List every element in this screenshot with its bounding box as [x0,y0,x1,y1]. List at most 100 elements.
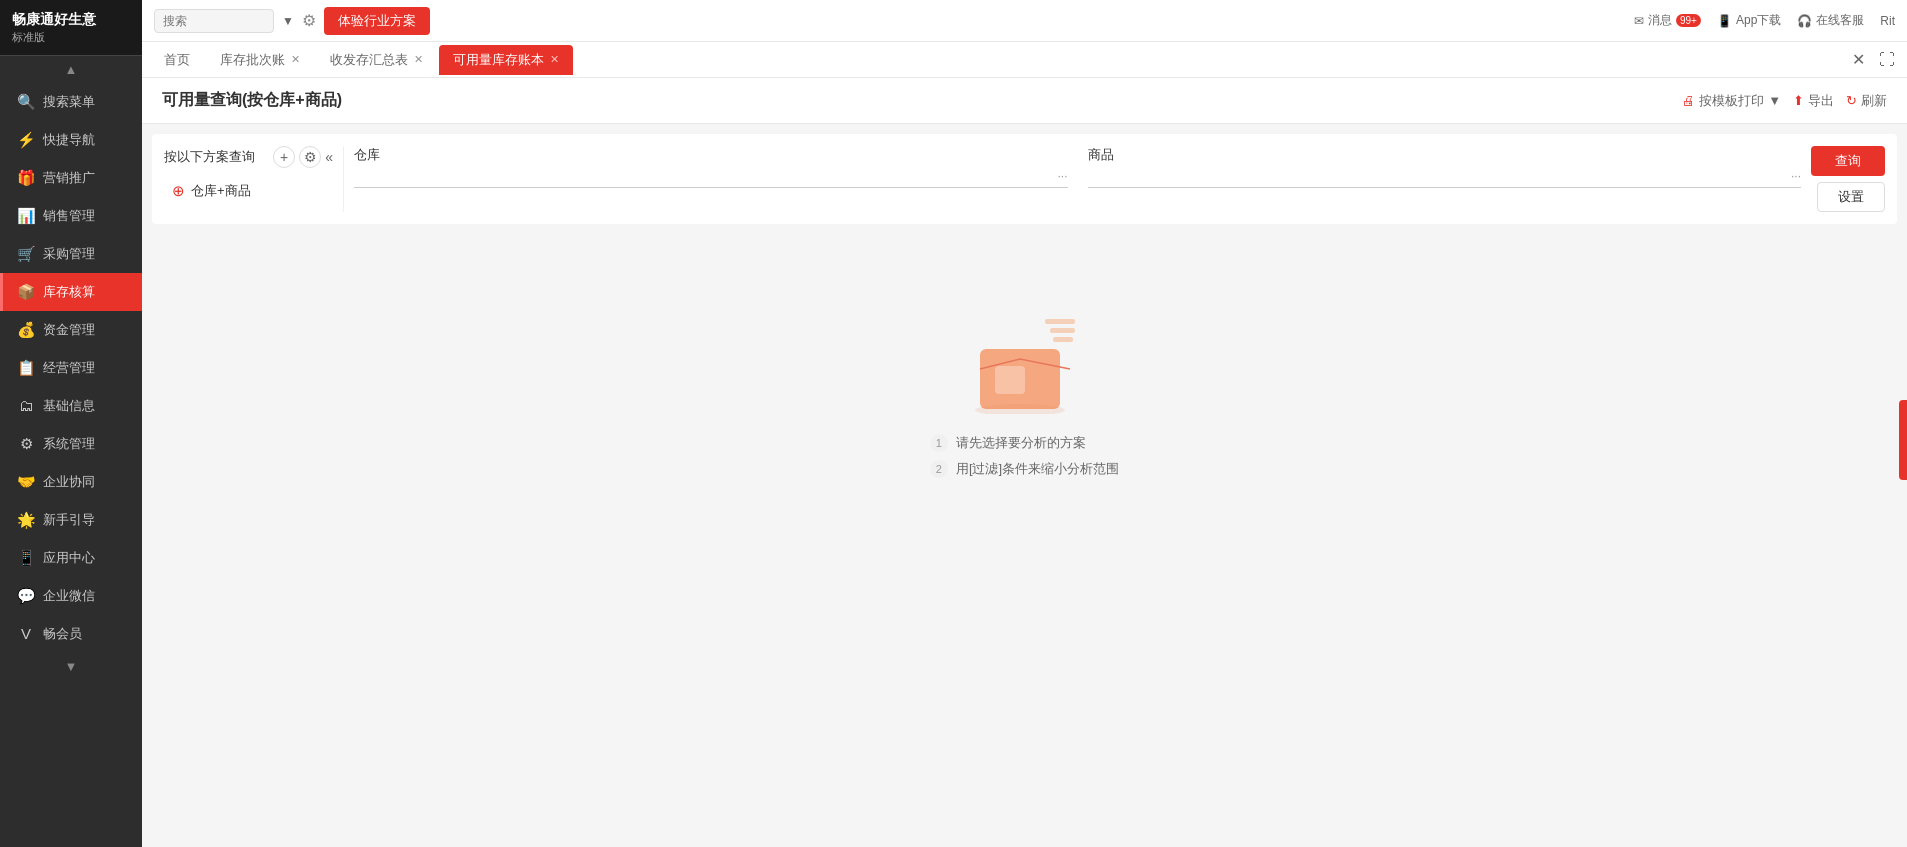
tab-close-all-btn[interactable]: ✕ [1848,48,1869,71]
warehouse-input-wrapper: ··· [354,168,1068,188]
empty-illustration [965,314,1085,414]
sidebar-item-system[interactable]: ⚙ 系统管理 [0,425,142,463]
handshake-icon: 🤝 [17,473,35,491]
sidebar-scroll-up[interactable]: ▲ [0,56,142,83]
tip-num-1: 1 [930,434,948,452]
topbar-settings-icon[interactable]: ⚙ [302,11,316,30]
tab-available-inventory[interactable]: 可用量库存账本 ✕ [439,45,573,75]
tab-close-icon[interactable]: ✕ [414,53,423,66]
gear-icon: ⚙ [17,435,35,453]
online-service-btn[interactable]: 🎧 在线客服 [1797,12,1864,29]
tab-close-icon[interactable]: ✕ [291,53,300,66]
chart-icon: 📊 [17,207,35,225]
page-title: 可用量查询(按仓库+商品) [162,90,342,111]
sidebar-item-operations[interactable]: 📋 经营管理 [0,349,142,387]
sidebar: 畅康通好生意 标准版 ▲ 🔍 搜索菜单 ⚡ 快捷导航 🎁 营销推广 📊 销售管理… [0,0,142,847]
scheme-settings-btn[interactable]: ⚙ [299,146,321,168]
print-action[interactable]: 🖨 按模板打印 ▼ [1682,92,1781,110]
sidebar-item-quicknav[interactable]: ⚡ 快捷导航 [0,121,142,159]
svg-rect-2 [1053,337,1073,342]
product-more-btn[interactable]: ··· [1791,169,1801,183]
tab-home[interactable]: 首页 [150,45,204,75]
tab-close-icon[interactable]: ✕ [550,53,559,66]
scheme-item-warehouse-product[interactable]: ⊕ 仓库+商品 [164,176,333,206]
sidebar-header: 畅康通好生意 标准版 [0,0,142,56]
sidebar-item-member[interactable]: V 畅会员 [0,615,142,653]
sidebar-item-newguide[interactable]: 🌟 新手引导 [0,501,142,539]
tab-inventory-batch[interactable]: 库存批次账 ✕ [206,45,314,75]
page-header-actions: 🖨 按模板打印 ▼ ⬆ 导出 ↻ 刷新 [1682,92,1887,110]
sidebar-item-wechat[interactable]: 💬 企业微信 [0,577,142,615]
refresh-icon: ↻ [1846,93,1857,108]
operations-icon: 📋 [17,359,35,377]
right-scrollbar-hint[interactable] [1899,400,1907,480]
username-display[interactable]: Rit [1880,14,1895,28]
sidebar-item-marketing[interactable]: 🎁 营销推广 [0,159,142,197]
chevron-down-icon: ▼ [1768,93,1781,108]
star-icon: 🌟 [17,511,35,529]
main-area: ▼ ⚙ 体验行业方案 ✉ 消息 99+ 📱 App下载 🎧 在线客服 Rit 首… [142,0,1907,847]
refresh-action[interactable]: ↻ 刷新 [1846,92,1887,110]
sidebar-item-appcenter[interactable]: 📱 应用中心 [0,539,142,577]
empty-state: 1 请先选择要分析的方案 2 用[过滤]条件来缩小分析范围 [142,234,1907,558]
chevron-down-icon: ▼ [282,14,294,28]
sidebar-item-basicinfo[interactable]: 🗂 基础信息 [0,387,142,425]
tab-stock-summary[interactable]: 收发存汇总表 ✕ [316,45,437,75]
scheme-add-btn[interactable]: + [273,146,295,168]
warehouse-field: 仓库 ··· [354,146,1068,188]
empty-tip-1: 1 请先选择要分析的方案 [930,434,1119,452]
money-icon: 💰 [17,321,35,339]
message-icon: ✉ [1634,14,1644,28]
scheme-collapse-btn[interactable]: « [325,149,333,165]
phone-icon: 📱 [1717,14,1732,28]
warehouse-more-btn[interactable]: ··· [1057,169,1067,183]
headset-icon: 🎧 [1797,14,1812,28]
product-field: 商品 ··· [1088,146,1802,188]
search-icon: 🔍 [17,93,35,111]
message-badge: 99+ [1676,14,1701,27]
page-content: 可用量查询(按仓库+商品) 🖨 按模板打印 ▼ ⬆ 导出 ↻ 刷新 [142,78,1907,847]
info-icon: 🗂 [17,397,35,414]
page-header: 可用量查询(按仓库+商品) 🖨 按模板打印 ▼ ⬆ 导出 ↻ 刷新 [142,78,1907,124]
sidebar-item-collab[interactable]: 🤝 企业协同 [0,463,142,501]
sidebar-item-purchase[interactable]: 🛒 采购管理 [0,235,142,273]
empty-illustration-svg [965,314,1085,414]
scheme-panel: 按以下方案查询 + ⚙ « ⊕ 仓库+商品 [164,146,344,212]
topbar-dropdown[interactable]: ▼ [282,14,294,28]
settings-btn[interactable]: 设置 [1817,182,1885,212]
trial-btn[interactable]: 体验行业方案 [324,7,430,35]
sidebar-nav: ▲ 🔍 搜索菜单 ⚡ 快捷导航 🎁 营销推广 📊 销售管理 🛒 采购管理 📦 库… [0,56,142,847]
warehouse-label: 仓库 [354,146,1068,164]
warehouse-input[interactable] [354,168,1053,183]
scheme-panel-header: 按以下方案查询 + ⚙ « [164,146,333,168]
empty-tip-2: 2 用[过滤]条件来缩小分析范围 [930,460,1119,478]
filter-fields: 仓库 ··· 商品 ··· [354,146,1801,212]
topbar: ▼ ⚙ 体验行业方案 ✉ 消息 99+ 📱 App下载 🎧 在线客服 Rit [142,0,1907,42]
sidebar-item-search[interactable]: 🔍 搜索菜单 [0,83,142,121]
cart-icon: 🛒 [17,245,35,263]
vip-icon: V [17,625,35,642]
sidebar-item-sales[interactable]: 📊 销售管理 [0,197,142,235]
filter-action-buttons: 查询 设置 [1811,146,1885,212]
product-input[interactable] [1088,168,1787,183]
sidebar-item-inventory[interactable]: 📦 库存核算 [0,273,142,311]
product-label: 商品 [1088,146,1802,164]
scheme-actions: + ⚙ « [273,146,333,168]
scheme-item-icon: ⊕ [172,182,185,200]
query-btn[interactable]: 查询 [1811,146,1885,176]
export-action[interactable]: ⬆ 导出 [1793,92,1834,110]
tip-num-2: 2 [930,460,948,478]
tab-expand-btn[interactable]: ⛶ [1875,49,1899,71]
sidebar-item-finance[interactable]: 💰 资金管理 [0,311,142,349]
sidebar-scroll-down[interactable]: ▼ [0,653,142,680]
svg-rect-0 [1045,319,1075,324]
topbar-search-input[interactable] [154,9,274,33]
app-download-btn[interactable]: 📱 App下载 [1717,12,1781,29]
message-btn[interactable]: ✉ 消息 99+ [1634,12,1701,29]
message-label: 消息 [1648,12,1672,29]
tabbar: 首页 库存批次账 ✕ 收发存汇总表 ✕ 可用量库存账本 ✕ ✕ ⛶ [142,42,1907,78]
mobile-icon: 📱 [17,549,35,567]
flash-icon: ⚡ [17,131,35,149]
empty-tips: 1 请先选择要分析的方案 2 用[过滤]条件来缩小分析范围 [930,434,1119,478]
app-name: 畅康通好生意 [12,10,130,30]
